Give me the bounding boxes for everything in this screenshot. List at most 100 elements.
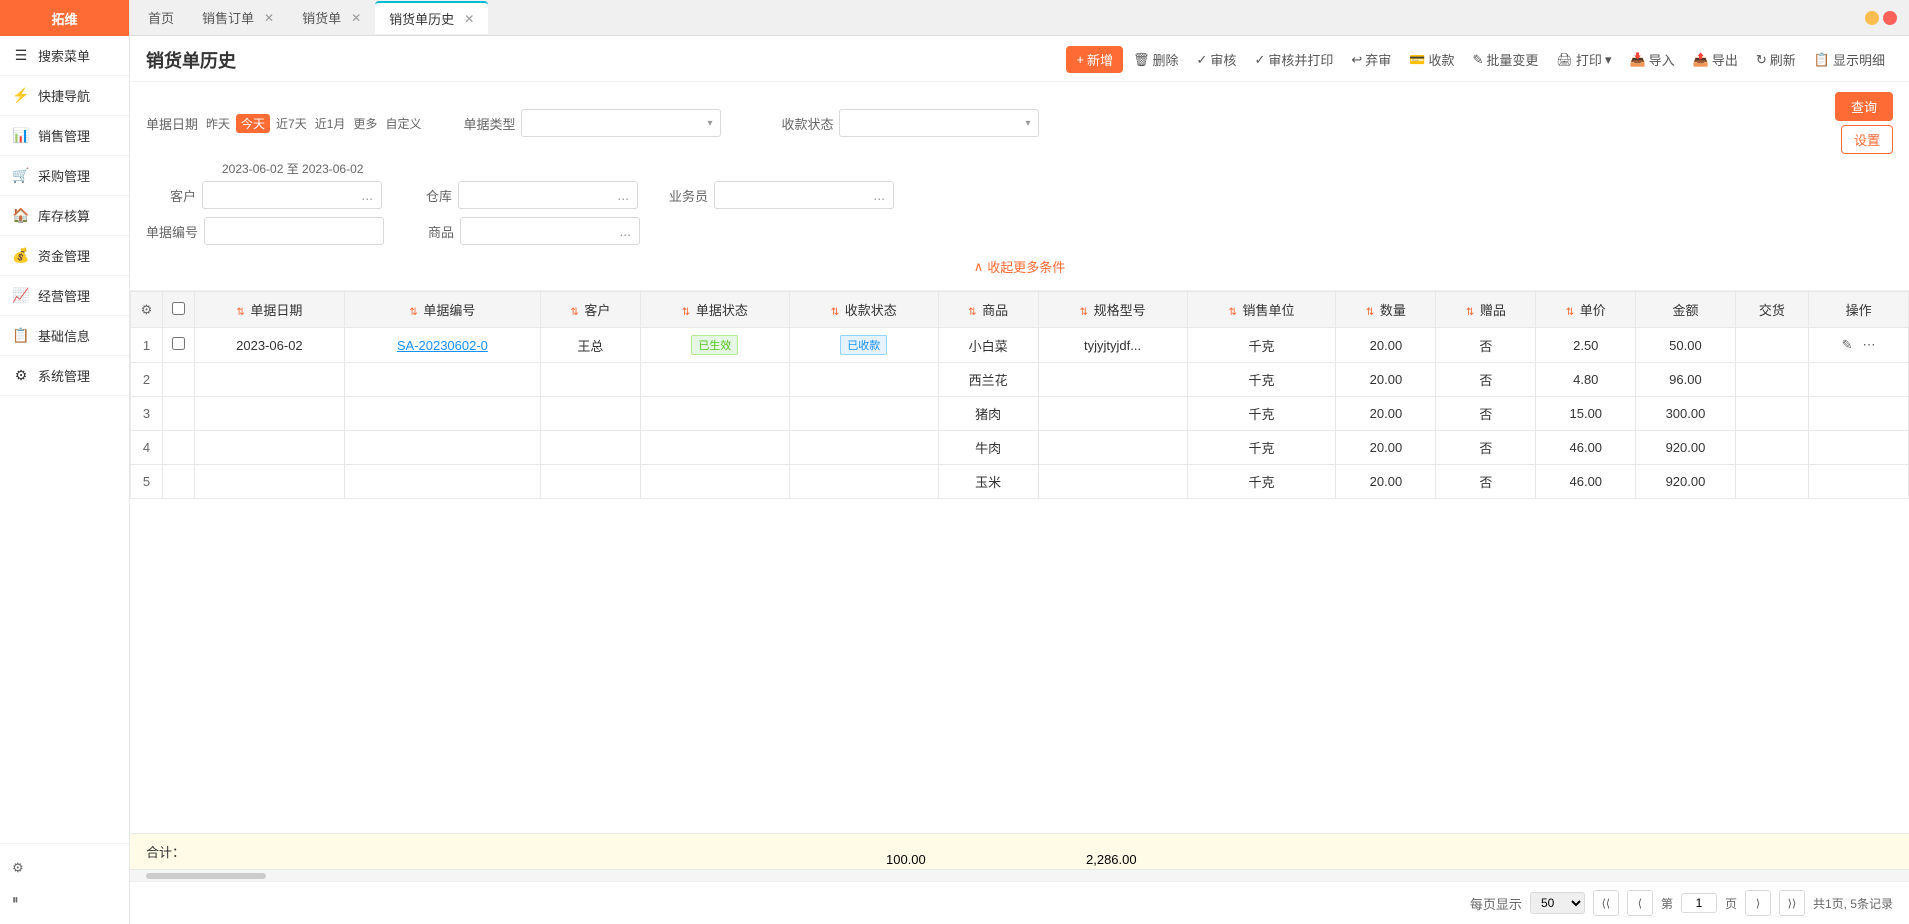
tab-home[interactable]: 首页 (134, 2, 188, 33)
date-custom[interactable]: 自定义 (383, 114, 423, 133)
query-button[interactable]: 查询 (1835, 92, 1893, 121)
date-today[interactable]: 今天 (236, 114, 270, 133)
doc-no-link[interactable]: SA-20230602-0 (397, 338, 488, 353)
page-number-input[interactable] (1681, 893, 1717, 913)
filter-row-1: 单据日期 昨天 今天 近7天 近1月 更多 自定义 单据类型 ▾ (146, 92, 1893, 154)
next-page-button[interactable]: ⟩ (1745, 890, 1771, 916)
tab-sales-history[interactable]: 销货单历史 ✕ (375, 1, 488, 34)
date-range-text: 2023-06-02 至 2023-06-02 (222, 160, 363, 177)
edit-action-btn[interactable]: ✎ (1839, 336, 1856, 354)
row-customer-1: 王总 (540, 328, 640, 363)
row-doc-status-1: 已生效 (640, 328, 789, 363)
doc-status-badge: 已生效 (691, 335, 738, 355)
pay-status-select[interactable]: ▾ (839, 109, 1039, 137)
date-more[interactable]: 更多 (351, 114, 379, 133)
last-page-button[interactable]: ⟩⟩ (1779, 890, 1805, 916)
prev-page-button[interactable]: ⟨ (1627, 890, 1653, 916)
filter-doc-type: 单据类型 ▾ (463, 109, 721, 137)
row-transaction-2 (1735, 363, 1809, 397)
table-settings-icon[interactable]: ⚙ (141, 302, 153, 317)
row-select-checkbox[interactable] (172, 337, 185, 350)
goods-select[interactable]: ... (460, 217, 640, 245)
sidebar-item-inventory-calc[interactable]: 🏠 库存核算 (0, 196, 129, 236)
new-icon: + (1076, 52, 1084, 67)
show-detail-button[interactable]: 📋 显示明细 (1806, 46, 1893, 73)
data-table: ⚙ ⇅ 单据日期 ⇅ 单据编号 (130, 291, 1909, 499)
collapse-text: 收起更多条件 (987, 257, 1065, 276)
row-amount-1: 50.00 (1636, 328, 1735, 363)
salesperson-select[interactable]: ... (714, 181, 894, 209)
sidebar-item-operations-mgmt[interactable]: 📈 经营管理 (0, 276, 129, 316)
sidebar-item-basic-info[interactable]: 📋 基础信息 (0, 316, 129, 356)
audit-button[interactable]: ✓ 审核 (1189, 46, 1245, 73)
scroll-thumb[interactable] (146, 873, 266, 879)
row-doc-date-2 (195, 363, 345, 397)
row-gift-3: 否 (1436, 397, 1536, 431)
doc-type-select[interactable]: ▾ (521, 109, 721, 137)
sidebar-item-sales-mgmt[interactable]: 📊 销售管理 (0, 116, 129, 156)
col-gear: ⚙ (131, 292, 163, 328)
tab-sales-order-close[interactable]: ✕ (264, 11, 274, 25)
col-transaction: 交货 (1735, 292, 1809, 328)
date-yesterday[interactable]: 昨天 (204, 114, 232, 133)
sidebar-item-purchase-mgmt[interactable]: 🛒 采购管理 (0, 156, 129, 196)
doc-no-input[interactable] (204, 217, 384, 245)
scroll-bar-area[interactable] (130, 869, 1909, 881)
print-button[interactable]: 🖨 打印 ▾ (1548, 46, 1619, 73)
sidebar-bottom-settings[interactable]: ⚙ (0, 852, 129, 884)
filter-row-3: 单据编号 商品 ... (146, 217, 1893, 245)
export-button[interactable]: 📤 导出 (1685, 46, 1746, 73)
col-doc-status: ⇅ 单据状态 (640, 292, 789, 328)
row-pay-status-5 (789, 465, 938, 499)
collect-button[interactable]: 💳 收款 (1401, 46, 1462, 73)
warehouse-select[interactable]: ... (458, 181, 638, 209)
page-content: 销货单历史 + 新增 🗑 删除 ✓ 审核 ✓ 审核并打印 (130, 36, 1909, 924)
date-7days[interactable]: 近7天 (274, 114, 309, 133)
col-checkbox (163, 292, 195, 328)
page-label: 页 (1725, 895, 1737, 912)
audit-icon: ✓ (1197, 52, 1208, 68)
delete-button[interactable]: 🗑 删除 (1125, 46, 1187, 73)
toolbar: + 新增 🗑 删除 ✓ 审核 ✓ 审核并打印 ↩ 弃审 (1066, 46, 1893, 73)
sort-icon: ⇅ (1366, 307, 1374, 318)
import-button[interactable]: 📥 导入 (1621, 46, 1682, 73)
close-btn[interactable] (1883, 11, 1897, 25)
more-action-btn[interactable]: ⋯ (1860, 336, 1879, 354)
select-all-checkbox[interactable] (172, 302, 185, 315)
minimize-btn[interactable] (1865, 11, 1879, 25)
row-pay-status-4 (789, 431, 938, 465)
per-page-select[interactable]: 50 100 200 (1530, 892, 1585, 914)
tab-sales-delivery[interactable]: 销货单 ✕ (288, 2, 375, 33)
batch-change-button[interactable]: ✎ 批量变更 (1464, 46, 1546, 73)
set-button[interactable]: 设置 (1841, 125, 1893, 154)
abandon-button[interactable]: ↩ 弃审 (1343, 46, 1399, 73)
row-unit-price-1: 2.50 (1536, 328, 1636, 363)
row-num-1: 1 (131, 328, 163, 363)
row-actions-4 (1809, 431, 1909, 465)
row-sales-unit-1: 千克 (1187, 328, 1336, 363)
tab-sales-delivery-close[interactable]: ✕ (351, 11, 361, 25)
sidebar-bottom-pause[interactable]: ⏸ (0, 884, 129, 916)
row-doc-date-3 (195, 397, 345, 431)
row-transaction-1 (1735, 328, 1809, 363)
row-actions-3 (1809, 397, 1909, 431)
new-button[interactable]: + 新增 (1066, 46, 1123, 73)
collapse-button[interactable]: ∧ 收起更多条件 (146, 253, 1893, 280)
sidebar-item-system-mgmt[interactable]: ⚙ 系统管理 (0, 356, 129, 396)
sidebar-item-quick-nav[interactable]: ⚡ 快捷导航 (0, 76, 129, 116)
sidebar-item-search-menu[interactable]: ☰ 搜索菜单 (0, 36, 129, 76)
sidebar-item-finance-mgmt[interactable]: 💰 资金管理 (0, 236, 129, 276)
first-page-button[interactable]: ⟨⟨ (1593, 890, 1619, 916)
tab-sales-history-close[interactable]: ✕ (464, 12, 474, 26)
row-amount-4: 920.00 (1636, 431, 1735, 465)
row-goods-2: 西兰花 (938, 363, 1038, 397)
sidebar-item-label: 库存核算 (38, 206, 90, 225)
tab-sales-order[interactable]: 销售订单 ✕ (188, 2, 288, 33)
row-doc-no-4 (344, 431, 540, 465)
date-1month[interactable]: 近1月 (313, 114, 348, 133)
row-spec-model-5 (1038, 465, 1187, 499)
refresh-button[interactable]: ↻ 刷新 (1748, 46, 1804, 73)
filter-date: 单据日期 昨天 今天 近7天 近1月 更多 自定义 (146, 114, 423, 133)
audit-print-button[interactable]: ✓ 审核并打印 (1246, 46, 1341, 73)
customer-select[interactable]: ... (202, 181, 382, 209)
